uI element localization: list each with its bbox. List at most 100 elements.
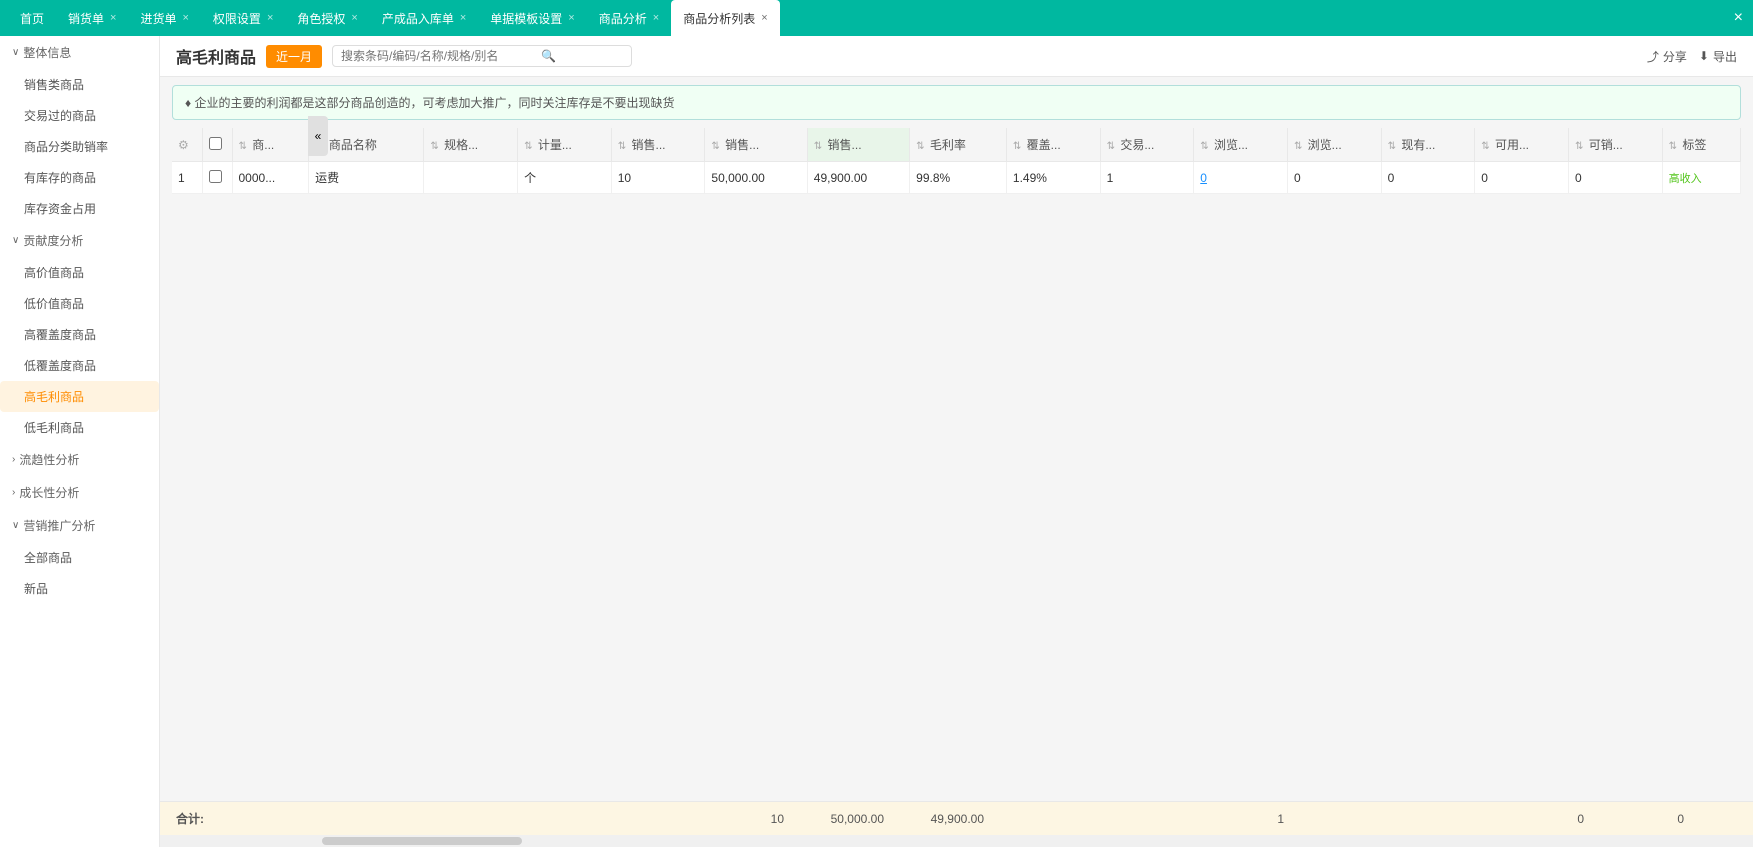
col-available[interactable]: ⇅ 可用... bbox=[1475, 128, 1569, 162]
sort-icon-tag: ⇅ bbox=[1669, 141, 1677, 152]
footer-label: 合计: bbox=[176, 810, 204, 827]
col-sales-profit[interactable]: ⇅ 销售... bbox=[807, 128, 909, 162]
sort-icon-sales-profit: ⇅ bbox=[814, 141, 822, 152]
sidebar-item-category-rate[interactable]: 商品分类助销率 bbox=[0, 131, 159, 162]
cell-sales-qty: 10 bbox=[611, 162, 705, 194]
col-checkbox[interactable] bbox=[202, 128, 232, 162]
cell-checkbox[interactable] bbox=[202, 162, 232, 194]
sidebar-group-marketing[interactable]: ∨ 营销推广分析 bbox=[0, 509, 159, 542]
row-checkbox[interactable] bbox=[209, 170, 222, 183]
col-code[interactable]: ⇅ 商... bbox=[232, 128, 309, 162]
main-layout: ∨ 整体信息 销售类商品 交易过的商品 商品分类助销率 有库存的商品 库存资金占… bbox=[0, 36, 1753, 847]
scrollbar-thumb[interactable] bbox=[322, 837, 522, 845]
sidebar-item-stock-capital[interactable]: 库存资金占用 bbox=[0, 193, 159, 224]
search-icon[interactable]: 🔍 bbox=[541, 49, 556, 63]
content-area: 高毛利商品 近一月 🔍 ⤴ 分享 ⬇ 导出 ♦ 企业的主要的利润都是这部分商品创… bbox=[160, 36, 1753, 847]
sidebar-item-stocked-goods[interactable]: 有库存的商品 bbox=[0, 162, 159, 193]
select-all-checkbox[interactable] bbox=[209, 137, 222, 150]
table-wrapper[interactable]: ⚙ ⇅ 商... ⇅ 商品名称 bbox=[172, 128, 1741, 801]
close-goods-analysis-tab[interactable]: × bbox=[653, 12, 659, 24]
sidebar-item-traded-goods[interactable]: 交易过的商品 bbox=[0, 100, 159, 131]
arrow-contribution: ∨ bbox=[12, 235, 19, 246]
col-unit[interactable]: ⇅ 计量... bbox=[518, 128, 612, 162]
sidebar: ∨ 整体信息 销售类商品 交易过的商品 商品分类助销率 有库存的商品 库存资金占… bbox=[0, 36, 160, 847]
search-input[interactable] bbox=[341, 49, 541, 63]
close-all-button[interactable]: × bbox=[1734, 9, 1743, 27]
close-goods-analysis-list-tab[interactable]: × bbox=[761, 12, 767, 24]
close-product-inbound-tab[interactable]: × bbox=[460, 12, 466, 24]
col-browse2[interactable]: ⇅ 浏览... bbox=[1287, 128, 1381, 162]
close-template-tab[interactable]: × bbox=[568, 12, 574, 24]
col-margin-rate[interactable]: ⇅ 毛利率 bbox=[910, 128, 1007, 162]
sidebar-item-low-value[interactable]: 低价值商品 bbox=[0, 288, 159, 319]
cell-margin-rate: 99.8% bbox=[910, 162, 1007, 194]
share-button[interactable]: ⤴ 分享 bbox=[1647, 48, 1687, 65]
sort-icon-sellable: ⇅ bbox=[1575, 141, 1583, 152]
cell-browse2: 0 bbox=[1287, 162, 1381, 194]
sidebar-group-overall[interactable]: ∨ 整体信息 bbox=[0, 36, 159, 69]
cell-sales-amount: 50,000.00 bbox=[705, 162, 807, 194]
sidebar-group-contribution[interactable]: ∨ 贡献度分析 bbox=[0, 224, 159, 257]
sort-icon-unit: ⇅ bbox=[524, 141, 532, 152]
sidebar-item-sales-goods[interactable]: 销售类商品 bbox=[0, 69, 159, 100]
nav-template[interactable]: 单据模板设置 × bbox=[478, 0, 586, 36]
nav-home[interactable]: 首页 bbox=[8, 0, 56, 36]
sidebar-item-low-coverage[interactable]: 低覆盖度商品 bbox=[0, 350, 159, 381]
sort-icon-current-stock: ⇅ bbox=[1388, 141, 1396, 152]
col-sales-amount[interactable]: ⇅ 销售... bbox=[705, 128, 807, 162]
sidebar-item-high-value[interactable]: 高价值商品 bbox=[0, 257, 159, 288]
sidebar-item-high-coverage[interactable]: 高覆盖度商品 bbox=[0, 319, 159, 350]
cell-code: 0000... bbox=[232, 162, 309, 194]
col-browse1[interactable]: ⇅ 浏览... bbox=[1194, 128, 1288, 162]
nav-product-inbound[interactable]: 产成品入库单 × bbox=[370, 0, 478, 36]
footer-sales-qty: 10 bbox=[704, 812, 784, 826]
sidebar-item-low-margin[interactable]: 低毛利商品 bbox=[0, 412, 159, 443]
table-row: 1 0000... 运费 bbox=[172, 162, 1741, 194]
cell-tag: 高收入 bbox=[1662, 162, 1740, 194]
cell-sellable: 0 bbox=[1568, 162, 1662, 194]
nav-sales[interactable]: 销货单 × bbox=[56, 0, 128, 36]
search-box: 🔍 bbox=[332, 45, 632, 67]
close-permission-tab[interactable]: × bbox=[267, 12, 273, 24]
sidebar-collapse-button[interactable]: « bbox=[308, 116, 328, 156]
cell-current-stock: 0 bbox=[1381, 162, 1475, 194]
cell-transaction: 1 bbox=[1100, 162, 1194, 194]
col-tag[interactable]: ⇅ 标签 bbox=[1662, 128, 1740, 162]
col-spec[interactable]: ⇅ 规格... bbox=[424, 128, 518, 162]
export-button[interactable]: ⬇ 导出 bbox=[1699, 48, 1737, 65]
sidebar-item-new-goods[interactable]: 新品 bbox=[0, 573, 159, 604]
arrow-overall: ∨ bbox=[12, 47, 19, 58]
horizontal-scrollbar[interactable] bbox=[160, 835, 1753, 847]
nav-purchase[interactable]: 进货单 × bbox=[128, 0, 200, 36]
col-sellable[interactable]: ⇅ 可销... bbox=[1568, 128, 1662, 162]
sort-icon-code: ⇅ bbox=[239, 141, 247, 152]
cell-index: 1 bbox=[172, 162, 202, 194]
settings-icon[interactable]: ⚙ bbox=[178, 138, 189, 152]
nav-goods-analysis-list[interactable]: 商品分析列表 × bbox=[671, 0, 779, 36]
sidebar-item-all-goods[interactable]: 全部商品 bbox=[0, 542, 159, 573]
share-icon: ⤴ bbox=[1647, 48, 1659, 65]
col-transaction[interactable]: ⇅ 交易... bbox=[1100, 128, 1194, 162]
col-current-stock[interactable]: ⇅ 现有... bbox=[1381, 128, 1475, 162]
sort-icon-sales-amount: ⇅ bbox=[711, 141, 719, 152]
sidebar-item-high-margin[interactable]: 高毛利商品 bbox=[0, 381, 159, 412]
cell-browse1[interactable]: 0 bbox=[1194, 162, 1288, 194]
close-sales-tab[interactable]: × bbox=[110, 12, 116, 24]
cell-sales-profit: 49,900.00 bbox=[807, 162, 909, 194]
arrow-marketing: ∨ bbox=[12, 520, 19, 531]
col-coverage[interactable]: ⇅ 覆盖... bbox=[1006, 128, 1100, 162]
col-sales-qty[interactable]: ⇅ 销售... bbox=[611, 128, 705, 162]
nav-goods-analysis[interactable]: 商品分析 × bbox=[587, 0, 671, 36]
cell-coverage: 1.49% bbox=[1006, 162, 1100, 194]
footer-current-stock: 0 bbox=[1504, 812, 1584, 826]
cell-name: 运费 bbox=[309, 162, 424, 194]
nav-role[interactable]: 角色授权 × bbox=[285, 0, 369, 36]
sidebar-group-trend[interactable]: › 流趋性分析 bbox=[0, 443, 159, 476]
page-title: 高毛利商品 bbox=[176, 44, 256, 68]
filter-button[interactable]: 近一月 bbox=[266, 45, 322, 68]
close-purchase-tab[interactable]: × bbox=[182, 12, 188, 24]
col-settings[interactable]: ⚙ bbox=[172, 128, 202, 162]
close-role-tab[interactable]: × bbox=[351, 12, 357, 24]
sidebar-group-growth[interactable]: › 成长性分析 bbox=[0, 476, 159, 509]
nav-permission[interactable]: 权限设置 × bbox=[201, 0, 285, 36]
